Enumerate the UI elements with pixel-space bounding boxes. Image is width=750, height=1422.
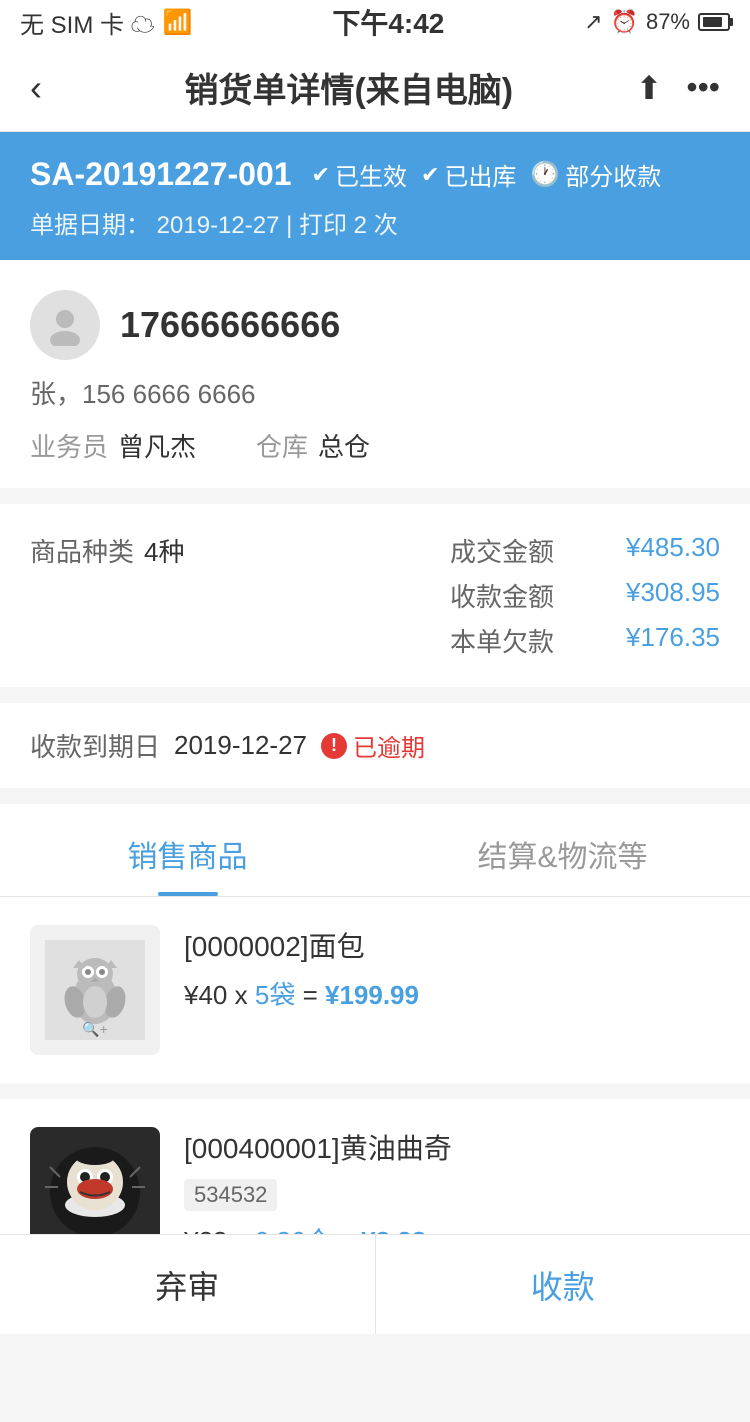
due-date-label: 收款到期日 bbox=[30, 727, 160, 764]
status-badges: ✔ 已生效 ✔ 已出库 🕐 部分收款 bbox=[312, 157, 662, 192]
warehouse-item: 仓库 总仓 bbox=[256, 427, 370, 464]
svg-text:🔍+: 🔍+ bbox=[82, 1020, 108, 1038]
status-bar-left: 无 SIM 卡 ☁ 📶 bbox=[20, 5, 193, 40]
tabs-row: 销售商品 结算&物流等 bbox=[0, 804, 750, 896]
deal-amount-row: 成交金额 ¥485.30 bbox=[450, 532, 720, 569]
order-id: SA-20191227-001 bbox=[30, 156, 292, 193]
order-header: SA-20191227-001 ✔ 已生效 ✔ 已出库 🕐 部分收款 单据日期：… bbox=[0, 132, 750, 260]
status-bar-time: 下午4:42 bbox=[332, 2, 444, 42]
battery-percent: 87% bbox=[646, 9, 690, 35]
debt-amount-row: 本单欠款 ¥176.35 bbox=[450, 622, 720, 659]
received-amount-label: 收款金额 bbox=[450, 577, 554, 614]
product-name-2: [000400001]黄油曲奇 bbox=[184, 1127, 720, 1167]
page-title: 销货单详情(来自电脑) bbox=[62, 63, 636, 112]
clock-icon: 🕐 bbox=[530, 160, 560, 189]
status-bar-right: ↗ ⏰ 87% bbox=[584, 9, 730, 35]
deal-amount-label: 成交金额 bbox=[450, 532, 554, 569]
product-count-group: 商品种类 4种 bbox=[30, 532, 184, 569]
overdue-icon: ! bbox=[321, 733, 347, 759]
customer-row: 17666666666 bbox=[30, 290, 720, 360]
status-payment: 🕐 部分收款 bbox=[530, 157, 661, 192]
salesperson-value: 曾凡杰 bbox=[118, 427, 196, 464]
wifi-icon: 📶 bbox=[163, 8, 193, 37]
product-info-1: [0000002]面包 ¥40 x 5袋 = ¥199.99 bbox=[184, 925, 720, 1012]
received-amount-value: ¥308.95 bbox=[626, 577, 720, 614]
status-bar: 无 SIM 卡 ☁ 📶 下午4:42 ↗ ⏰ 87% bbox=[0, 0, 750, 44]
deal-amount-value: ¥485.30 bbox=[626, 532, 720, 569]
summary-row: 商品种类 4种 成交金额 ¥485.30 收款金额 ¥308.95 本单欠款 ¥… bbox=[30, 532, 720, 659]
received-amount-row: 收款金额 ¥308.95 bbox=[450, 577, 720, 614]
tabs-section: 销售商品 结算&物流等 bbox=[0, 804, 750, 897]
product-name-1: [0000002]面包 bbox=[184, 925, 720, 965]
customer-details: 业务员 曾凡杰 仓库 总仓 bbox=[30, 427, 720, 464]
back-button[interactable]: ‹ bbox=[30, 70, 42, 106]
product-item: 🔍+ [0000002]面包 ¥40 x 5袋 = ¥199.99 bbox=[0, 897, 750, 1083]
due-date-value: 2019-12-27 bbox=[174, 730, 307, 761]
location-icon: ↗ bbox=[584, 9, 602, 35]
sim-status: 无 SIM 卡 ☁ bbox=[20, 5, 155, 40]
alarm-icon: ⏰ bbox=[611, 9, 638, 35]
warehouse-value: 总仓 bbox=[318, 427, 370, 464]
summary-section: 商品种类 4种 成交金额 ¥485.30 收款金额 ¥308.95 本单欠款 ¥… bbox=[0, 504, 750, 687]
product-sku-2: 534532 bbox=[184, 1179, 277, 1211]
tab-products[interactable]: 销售商品 bbox=[0, 804, 375, 896]
customer-section: 17666666666 张，156 6666 6666 业务员 曾凡杰 仓库 总… bbox=[0, 260, 750, 488]
avatar bbox=[30, 290, 100, 360]
status-shipped: ✔ 已出库 bbox=[421, 157, 516, 192]
status-effective: ✔ 已生效 bbox=[312, 157, 407, 192]
customer-name: 张，156 6666 6666 bbox=[30, 374, 720, 411]
share-button[interactable]: ⬆ bbox=[636, 69, 663, 107]
tab-settlement[interactable]: 结算&物流等 bbox=[375, 804, 750, 896]
order-meta: 单据日期： 2019-12-27 | 打印 2 次 bbox=[30, 205, 720, 240]
nav-actions: ⬆ ••• bbox=[636, 69, 720, 107]
debt-amount-value: ¥176.35 bbox=[626, 622, 720, 659]
check-icon-2: ✔ bbox=[421, 162, 439, 188]
product-total-1: ¥199.99 bbox=[325, 980, 419, 1010]
product-count: 4种 bbox=[144, 532, 184, 569]
action-bar: 弃审 收款 bbox=[0, 1234, 750, 1334]
debt-amount-label: 本单欠款 bbox=[450, 622, 554, 659]
product-qty-1: 5袋 bbox=[255, 980, 295, 1010]
nav-bar: ‹ 销货单详情(来自电脑) ⬆ ••• bbox=[0, 44, 750, 132]
battery-icon bbox=[698, 13, 730, 31]
order-id-row: SA-20191227-001 ✔ 已生效 ✔ 已出库 🕐 部分收款 bbox=[30, 156, 720, 193]
due-date-section: 收款到期日 2019-12-27 ! 已逾期 bbox=[0, 703, 750, 788]
confirm-button[interactable]: 收款 bbox=[376, 1235, 750, 1334]
product-price-1: ¥40 x 5袋 = ¥199.99 bbox=[184, 975, 720, 1012]
more-button[interactable]: ••• bbox=[686, 69, 720, 106]
customer-account: 17666666666 bbox=[120, 304, 340, 346]
salesperson-label: 业务员 bbox=[30, 427, 108, 464]
amount-group: 成交金额 ¥485.30 收款金额 ¥308.95 本单欠款 ¥176.35 bbox=[450, 532, 720, 659]
cancel-button[interactable]: 弃审 bbox=[0, 1235, 376, 1334]
product-thumbnail-1: 🔍+ bbox=[30, 925, 160, 1055]
overdue-badge: ! 已逾期 bbox=[321, 728, 425, 763]
product-type-label: 商品种类 bbox=[30, 532, 134, 569]
overdue-text: 已逾期 bbox=[353, 728, 425, 763]
products-section: 🔍+ [0000002]面包 ¥40 x 5袋 = ¥199.99 bbox=[0, 897, 750, 1422]
salesperson-item: 业务员 曾凡杰 bbox=[30, 427, 196, 464]
check-icon-1: ✔ bbox=[312, 162, 330, 188]
warehouse-label: 仓库 bbox=[256, 427, 308, 464]
